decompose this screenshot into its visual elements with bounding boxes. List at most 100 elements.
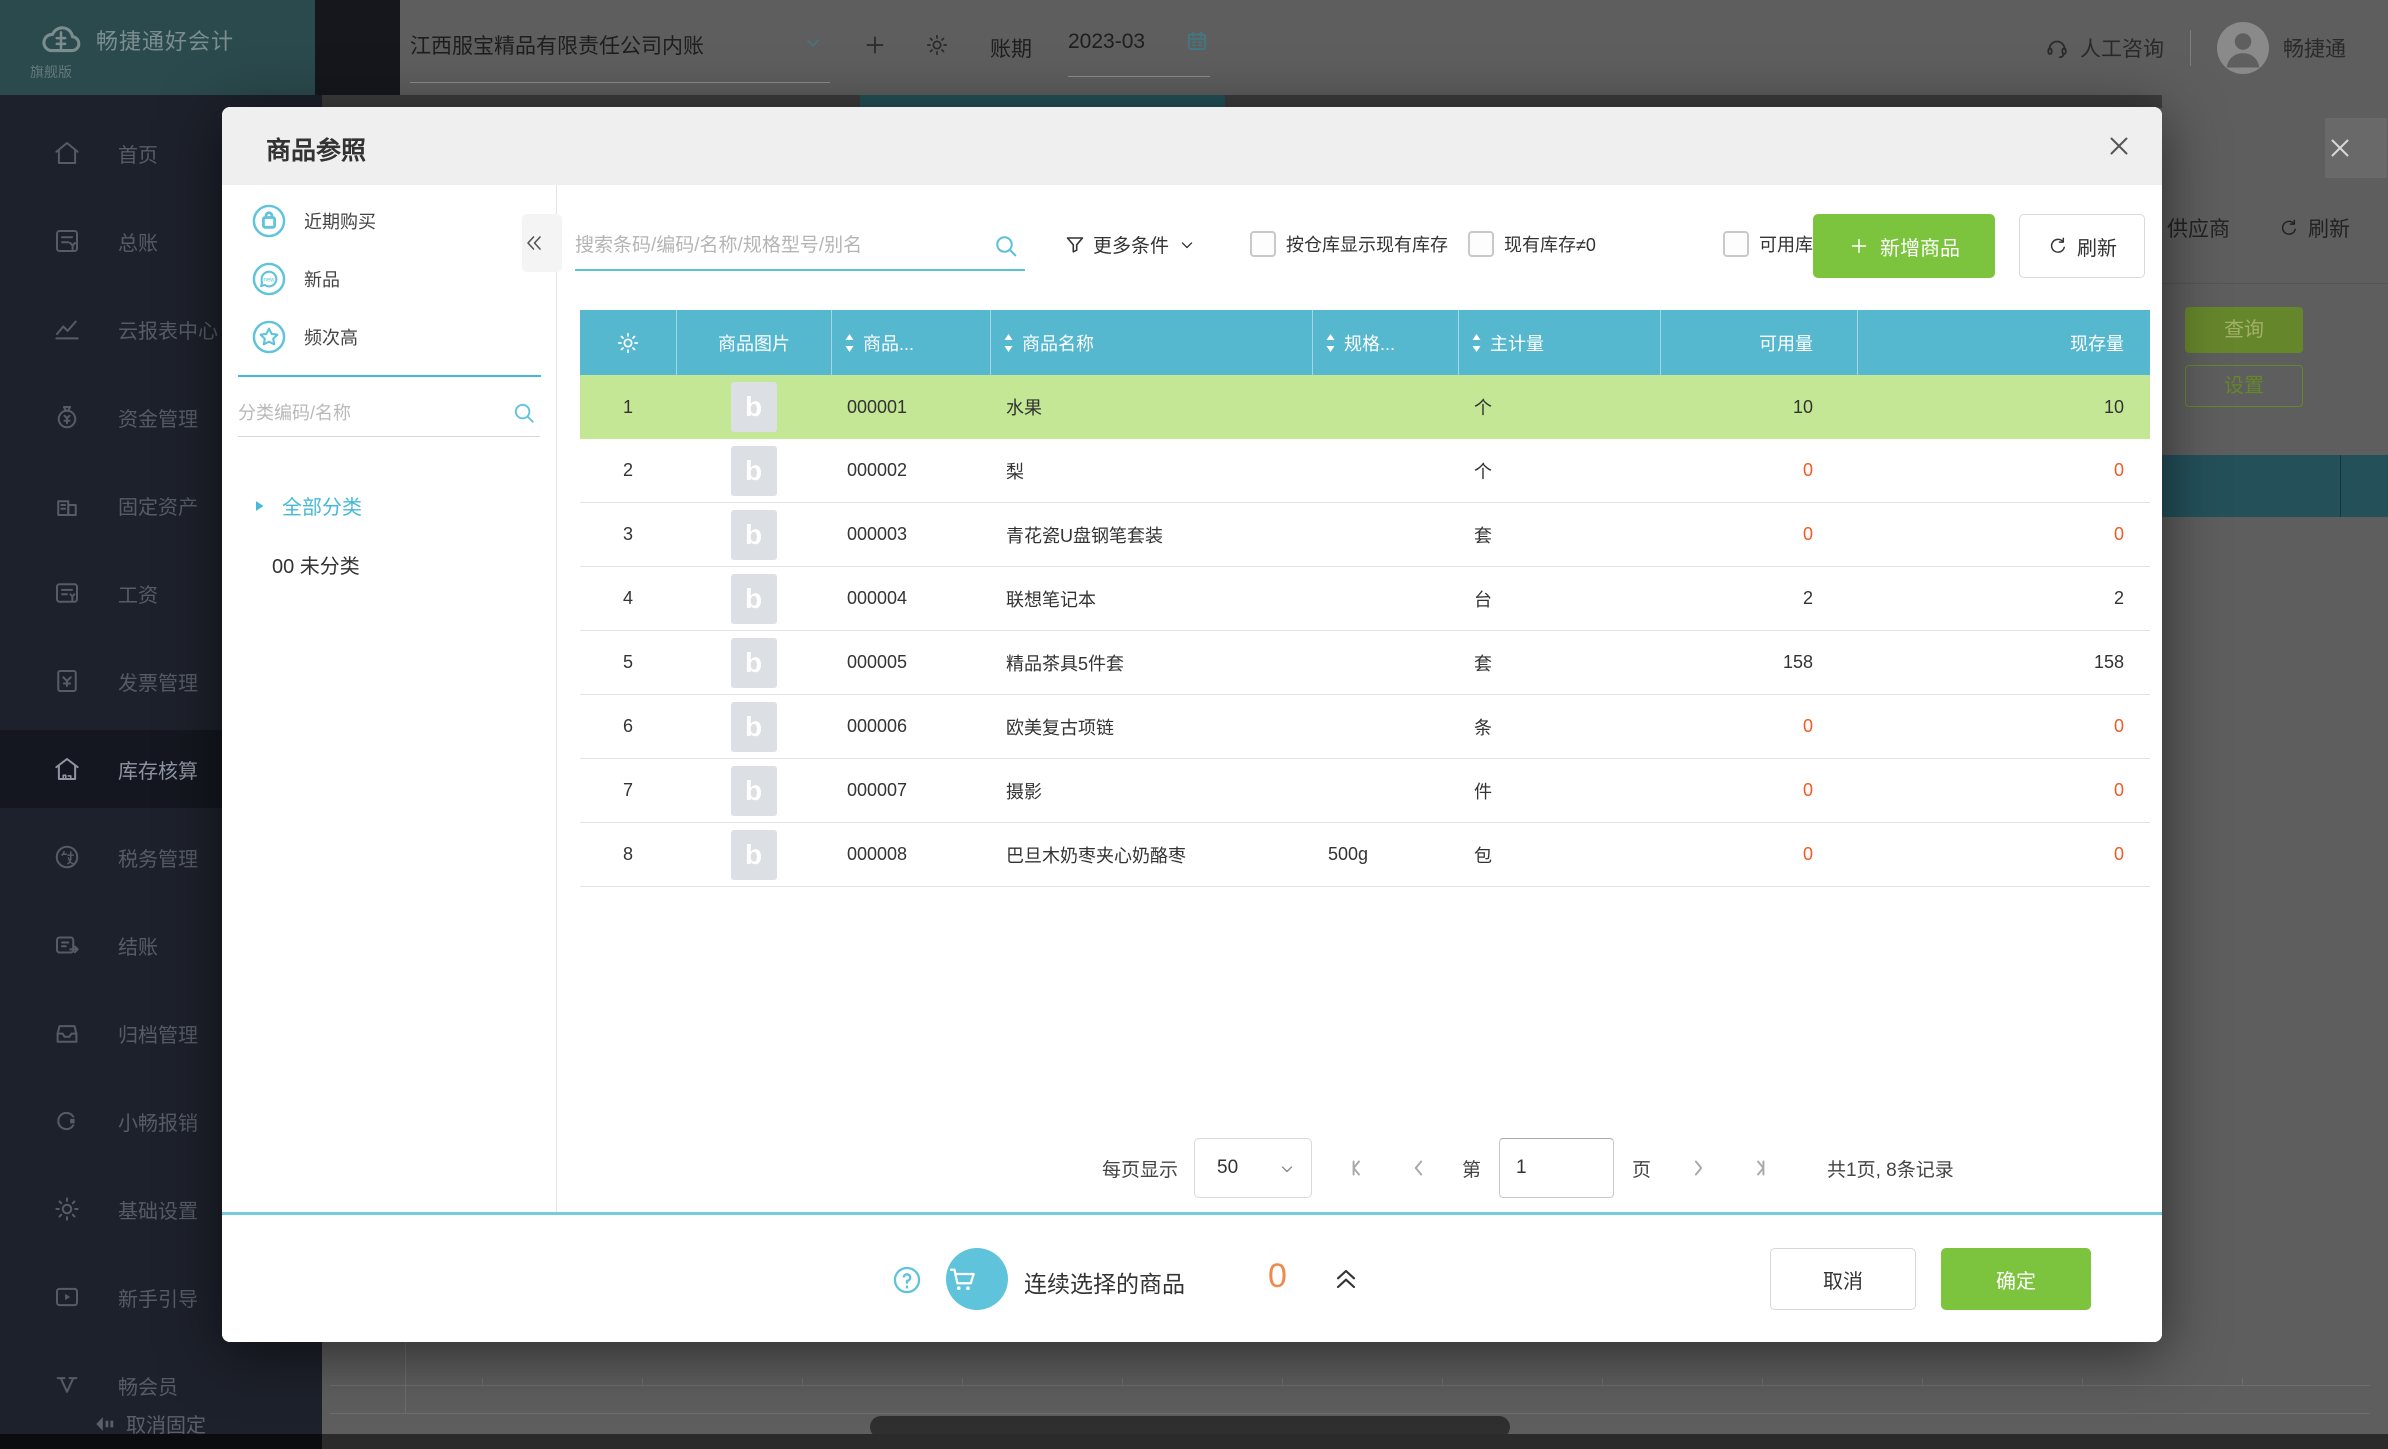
table-row[interactable]: 4 b 000004 联想笔记本 台 2 2 bbox=[580, 567, 2150, 631]
sort-icon[interactable] bbox=[1325, 333, 1336, 353]
background-query-button[interactable]: 查询 bbox=[2185, 307, 2303, 353]
available-qty: 0 bbox=[1802, 780, 1813, 800]
unpin-button[interactable]: 取消固定 bbox=[92, 1409, 206, 1438]
filter-checkbox[interactable]: 现有库存≠0 bbox=[1468, 231, 1596, 257]
product-image-placeholder: b bbox=[730, 701, 777, 752]
product-name: 精品茶具5件套 bbox=[1006, 653, 1125, 674]
sort-icon[interactable] bbox=[1471, 333, 1482, 353]
search-icon[interactable] bbox=[510, 399, 538, 427]
sidebar-item-icon bbox=[52, 1106, 82, 1136]
column-header-unit[interactable]: 主计量 bbox=[1458, 310, 1660, 375]
company-selector[interactable]: 江西服宝精品有限责任公司内账 bbox=[410, 30, 830, 83]
column-settings-header[interactable] bbox=[580, 310, 676, 375]
sidebar-item-icon bbox=[52, 666, 82, 696]
prev-page-button[interactable] bbox=[1406, 1155, 1432, 1181]
quick-filter-item[interactable]: 近期购买 bbox=[248, 199, 556, 243]
category-root-label: 全部分类 bbox=[282, 497, 362, 519]
row-number: 7 bbox=[622, 780, 633, 800]
quick-filter-label: 新品 bbox=[304, 270, 340, 290]
background-close-button[interactable] bbox=[2325, 118, 2387, 178]
app-logo: 畅捷通好会计 旗舰版 bbox=[0, 0, 315, 95]
sidebar-item[interactable]: 畅会员 bbox=[0, 1355, 322, 1415]
product-spec bbox=[1312, 375, 1458, 439]
column-header-available[interactable]: 可用量 bbox=[1660, 310, 1857, 375]
add-product-button[interactable]: 新增商品 bbox=[1813, 214, 1995, 278]
product-spec bbox=[1312, 759, 1458, 822]
next-page-button[interactable] bbox=[1685, 1155, 1711, 1181]
username[interactable]: 畅捷通 bbox=[2283, 33, 2346, 63]
filter-checkbox[interactable]: 按仓库显示现有库存 bbox=[1250, 231, 1448, 257]
account-settings-icon[interactable] bbox=[924, 32, 950, 58]
product-spec: 500g bbox=[1328, 844, 1369, 864]
table-row[interactable]: 6 b 000006 欧美复古项链 条 0 0 bbox=[580, 695, 2150, 759]
refresh-button[interactable]: 刷新 bbox=[2019, 214, 2145, 278]
per-page-select[interactable]: 50 bbox=[1194, 1138, 1313, 1198]
column-header-name[interactable]: 商品名称 bbox=[990, 310, 1312, 375]
screen: 畅捷通好会计 旗舰版 江西服宝精品有限责任公司内账 账期 2023-03 人工咨… bbox=[0, 0, 2388, 1449]
onhand-qty: 0 bbox=[2113, 460, 2124, 480]
period-picker[interactable]: 2023-03 bbox=[1068, 30, 1210, 77]
dialog-close-icon[interactable] bbox=[2104, 131, 2134, 161]
background-refresh-button[interactable]: 刷新 bbox=[2278, 213, 2350, 243]
avatar[interactable] bbox=[2217, 21, 2269, 74]
filter-checkbox[interactable]: 可用库 bbox=[1723, 231, 1813, 257]
cart-button[interactable] bbox=[946, 1248, 1008, 1310]
product-code: 000008 bbox=[847, 844, 908, 864]
page-input[interactable] bbox=[1499, 1138, 1615, 1198]
help-icon[interactable] bbox=[890, 1263, 924, 1297]
selected-count: 0 bbox=[1268, 1257, 1287, 1295]
table-row[interactable]: 1 b 000001 水果 个 10 10 bbox=[580, 375, 2150, 439]
background-settings-button[interactable]: 设置 bbox=[2185, 365, 2303, 407]
quick-filter-icon: new bbox=[248, 258, 290, 300]
table-row[interactable]: 7 b 000007 摄影 件 0 0 bbox=[580, 759, 2150, 823]
double-chevron-up-icon[interactable] bbox=[1330, 1263, 1362, 1295]
column-header-code[interactable]: 商品... bbox=[831, 310, 990, 375]
quick-filter-label: 近期购买 bbox=[304, 212, 376, 232]
product-spec bbox=[1312, 695, 1458, 758]
checkbox[interactable] bbox=[1723, 231, 1749, 257]
sidebar-item-label: 畅会员 bbox=[118, 1376, 178, 1399]
sidebar-item-icon bbox=[52, 226, 82, 256]
product-image-placeholder: b bbox=[730, 445, 777, 496]
checkbox[interactable] bbox=[1250, 231, 1276, 257]
sort-icon[interactable] bbox=[844, 333, 855, 353]
category-search-input[interactable] bbox=[238, 391, 540, 436]
panel-collapse-button[interactable] bbox=[522, 214, 562, 272]
column-header-onhand[interactable]: 现存量 bbox=[1857, 310, 2150, 375]
product-unit: 套 bbox=[1474, 525, 1492, 546]
table-row[interactable]: 2 b 000002 梨 个 0 0 bbox=[580, 439, 2150, 503]
last-page-button[interactable] bbox=[1745, 1155, 1771, 1181]
product-image-placeholder: b bbox=[730, 765, 777, 816]
gear-icon[interactable] bbox=[615, 330, 641, 356]
sort-icon[interactable] bbox=[1003, 333, 1014, 353]
consult-link[interactable]: 人工咨询 bbox=[2080, 33, 2164, 63]
category-tree-root[interactable]: 全部分类 bbox=[250, 491, 556, 520]
product-table: 商品图片 商品... 商品名称 规格... 主计量 可用量 现存量 1 b 00… bbox=[580, 310, 2150, 887]
column-header-image[interactable]: 商品图片 bbox=[676, 310, 831, 375]
cancel-button[interactable]: 取消 bbox=[1770, 1248, 1916, 1310]
refresh-icon bbox=[2047, 235, 2069, 257]
column-header-spec[interactable]: 规格... bbox=[1312, 310, 1458, 375]
onhand-qty: 10 bbox=[2103, 396, 2124, 417]
table-row[interactable]: 8 b 000008 巴旦木奶枣夹心奶酪枣 500g 包 0 0 bbox=[580, 823, 2150, 887]
category-tree-child[interactable]: 00 未分类 bbox=[272, 550, 556, 579]
checkbox[interactable] bbox=[1468, 231, 1494, 257]
app-title: 畅捷通好会计 bbox=[96, 29, 235, 54]
add-account-icon[interactable] bbox=[862, 32, 888, 58]
sidebar-item-label: 小畅报销 bbox=[118, 1112, 198, 1135]
confirm-button[interactable]: 确定 bbox=[1941, 1248, 2091, 1310]
quick-filter-item[interactable]: new 新品 bbox=[248, 257, 556, 301]
table-row[interactable]: 3 b 000003 青花瓷U盘钢笔套装 套 0 0 bbox=[580, 503, 2150, 567]
product-code: 000003 bbox=[847, 524, 908, 544]
product-image-placeholder: b bbox=[730, 829, 777, 880]
table-row[interactable]: 5 b 000005 精品茶具5件套 套 158 158 bbox=[580, 631, 2150, 695]
onhand-qty: 158 bbox=[2093, 652, 2124, 672]
sidebar-item-label: 云报表中心 bbox=[118, 320, 218, 343]
caret-right-icon[interactable] bbox=[250, 497, 268, 515]
sidebar-item-icon bbox=[52, 1018, 82, 1048]
sidebar-item-icon bbox=[52, 1282, 82, 1312]
sidebar-item-icon bbox=[52, 402, 82, 432]
first-page-button[interactable] bbox=[1346, 1155, 1372, 1181]
quick-filter-item[interactable]: 频次高 bbox=[248, 315, 556, 359]
cloud-logo-icon bbox=[38, 18, 84, 64]
